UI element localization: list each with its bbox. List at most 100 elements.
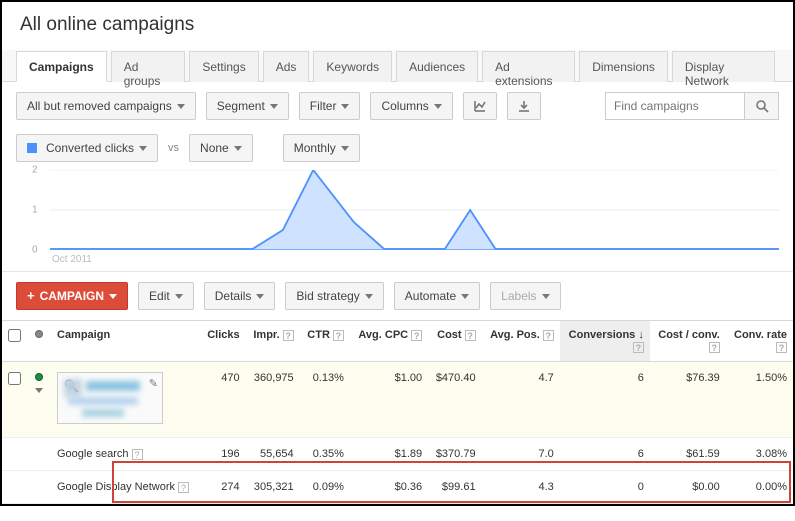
x-axis-label: Oct 2011	[2, 254, 793, 271]
bid-strategy-dropdown[interactable]: Bid strategy	[285, 282, 383, 310]
download-button[interactable]	[507, 92, 541, 120]
chart-icon	[473, 99, 487, 113]
cell-pos: 7.0	[482, 438, 560, 471]
campaign-thumbnail[interactable]: 🔍 ✎	[57, 372, 163, 424]
cell-clicks: 274	[200, 471, 246, 504]
cell-pos: 4.7	[482, 362, 560, 438]
cell-clicks: 470	[200, 362, 246, 438]
help-icon[interactable]: ?	[132, 449, 143, 460]
metric1-dropdown[interactable]: Converted clicks	[16, 134, 158, 162]
help-icon[interactable]: ?	[465, 330, 476, 341]
period-dropdown[interactable]: Monthly	[283, 134, 360, 162]
help-icon[interactable]: ?	[709, 342, 720, 353]
select-all-checkbox[interactable]	[8, 329, 21, 342]
chevron-down-icon	[365, 294, 373, 299]
chevron-down-icon[interactable]	[35, 388, 43, 393]
tab-display-network[interactable]: Display Network	[672, 51, 775, 82]
chart-controls: Converted clicks vs None Monthly	[2, 130, 793, 170]
chevron-down-icon	[177, 104, 185, 109]
new-campaign-button[interactable]: +CAMPAIGN	[16, 282, 128, 310]
status-enabled-icon	[35, 373, 43, 381]
tab-campaigns[interactable]: Campaigns	[16, 51, 107, 82]
segment-dropdown[interactable]: Segment	[206, 92, 289, 120]
chart-area: 2 1 0	[50, 170, 779, 250]
col-cost[interactable]: Cost?	[428, 321, 481, 362]
cell-pos: 4.3	[482, 471, 560, 504]
cell-conv: 6	[560, 438, 650, 471]
cell-cost: $99.61	[428, 471, 481, 504]
cell-cpc: $1.89	[350, 438, 428, 471]
col-clicks[interactable]: Clicks	[200, 321, 246, 362]
details-dropdown[interactable]: Details	[204, 282, 276, 310]
cell-conv: 6	[560, 362, 650, 438]
campaign-cell[interactable]: Google search?	[51, 438, 200, 471]
edit-dropdown[interactable]: Edit	[138, 282, 194, 310]
tab-keywords[interactable]: Keywords	[313, 51, 392, 82]
help-icon[interactable]: ?	[776, 342, 787, 353]
ytick-0: 0	[32, 245, 38, 256]
cell-impr: 305,321	[246, 471, 300, 504]
help-icon[interactable]: ?	[543, 330, 554, 341]
cell-conv-rate: 1.50%	[726, 362, 793, 438]
tab-ad-extensions[interactable]: Ad extensions	[482, 51, 575, 82]
col-ctr[interactable]: CTR?	[300, 321, 350, 362]
search-button[interactable]	[745, 92, 779, 120]
cell-cpc: $0.36	[350, 471, 428, 504]
plus-icon: +	[27, 291, 35, 301]
status-header-icon	[35, 330, 43, 338]
row-checkbox[interactable]	[8, 372, 21, 385]
cell-cost: $370.79	[428, 438, 481, 471]
help-icon[interactable]: ?	[633, 342, 644, 353]
tab-audiences[interactable]: Audiences	[396, 51, 478, 82]
cell-cost-conv: $76.39	[650, 362, 726, 438]
col-conversions[interactable]: Conversions↓?	[560, 321, 650, 362]
ytick-2: 2	[32, 165, 38, 176]
chevron-down-icon	[270, 104, 278, 109]
ytick-1: 1	[32, 205, 38, 216]
col-cost-per-conv[interactable]: Cost / conv.?	[650, 321, 726, 362]
tab-ad-groups[interactable]: Ad groups	[111, 51, 186, 82]
chart-toggle-button[interactable]	[463, 92, 497, 120]
help-icon[interactable]: ?	[283, 330, 294, 341]
col-avg-cpc[interactable]: Avg. CPC?	[350, 321, 428, 362]
col-avg-pos[interactable]: Avg. Pos.?	[482, 321, 560, 362]
campaign-cell[interactable]: 🔍 ✎	[51, 362, 200, 438]
chevron-down-icon	[461, 294, 469, 299]
sort-arrow-down-icon: ↓	[638, 329, 644, 341]
cell-ctr: 0.35%	[300, 438, 350, 471]
cell-ctr: 0.09%	[300, 471, 350, 504]
cell-cost: $470.40	[428, 362, 481, 438]
search-input[interactable]	[605, 92, 745, 120]
labels-dropdown[interactable]: Labels	[490, 282, 560, 310]
vs-label: vs	[168, 142, 179, 154]
col-conv-rate[interactable]: Conv. rate?	[726, 321, 793, 362]
search-wrap	[605, 92, 779, 120]
campaigns-table: Campaign Clicks Impr.? CTR? Avg. CPC? Co…	[2, 320, 793, 504]
help-icon[interactable]: ?	[411, 330, 422, 341]
campaign-cell[interactable]: Google Display Network?	[51, 471, 200, 504]
help-icon[interactable]: ?	[333, 330, 344, 341]
table-row: Google Display Network? 274 305,321 0.09…	[2, 471, 793, 504]
cell-ctr: 0.13%	[300, 362, 350, 438]
columns-dropdown[interactable]: Columns	[370, 92, 452, 120]
automate-dropdown[interactable]: Automate	[394, 282, 480, 310]
filter-dropdown[interactable]: Filter	[299, 92, 361, 120]
metric1-swatch	[27, 143, 37, 153]
table-row: Google search? 196 55,654 0.35% $1.89 $3…	[2, 438, 793, 471]
chevron-down-icon	[109, 294, 117, 299]
tab-ads[interactable]: Ads	[263, 51, 310, 82]
cell-cpc: $1.00	[350, 362, 428, 438]
cell-cost-conv: $61.59	[650, 438, 726, 471]
tab-settings[interactable]: Settings	[189, 51, 258, 82]
metric2-dropdown[interactable]: None	[189, 134, 253, 162]
col-campaign[interactable]: Campaign	[51, 321, 200, 362]
tab-dimensions[interactable]: Dimensions	[579, 51, 668, 82]
chevron-down-icon	[139, 146, 147, 151]
col-impr[interactable]: Impr.?	[246, 321, 300, 362]
cell-impr: 360,975	[246, 362, 300, 438]
help-icon[interactable]: ?	[178, 482, 189, 493]
edit-pencil-icon[interactable]: ✎	[149, 377, 158, 390]
table-row: 🔍 ✎ 470 360,975 0.13% $1.00 $470.40 4.7 …	[2, 362, 793, 438]
chevron-down-icon	[234, 146, 242, 151]
scope-dropdown[interactable]: All but removed campaigns	[16, 92, 196, 120]
